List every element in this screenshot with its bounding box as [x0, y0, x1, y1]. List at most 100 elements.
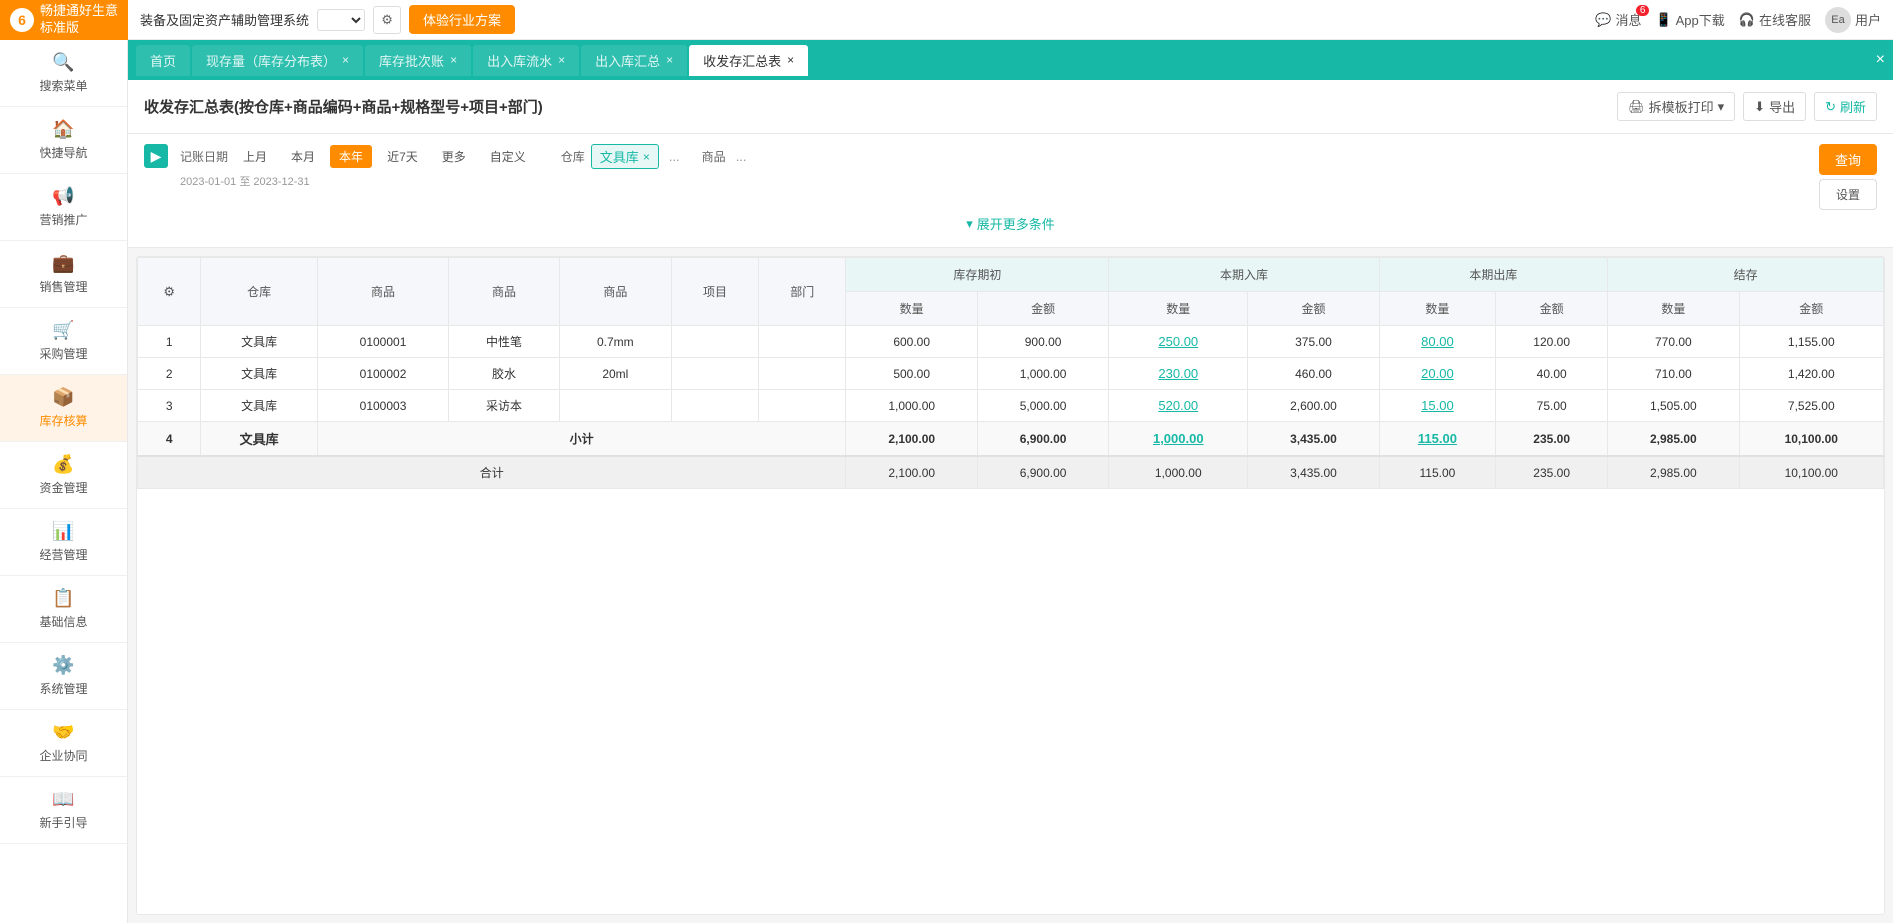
- date-label: 记账日期: [180, 148, 228, 165]
- date-btn-more[interactable]: 更多: [433, 145, 475, 168]
- sidebar-item-quick[interactable]: 🏠 快捷导航: [0, 107, 127, 174]
- top-bar: 6 畅捷通好生意 标准版 装备及固定资产辅助管理系统 ⚙ 体验行业方案 💬 消息…: [0, 0, 1893, 40]
- row-goods-code: 0100002: [317, 358, 448, 390]
- messages-button[interactable]: 💬 消息 6: [1595, 10, 1641, 29]
- row-out-qty[interactable]: 20.00: [1379, 358, 1496, 390]
- row-out-qty[interactable]: 15.00: [1379, 390, 1496, 422]
- tab-inout-flow[interactable]: 出入库流水 ×: [473, 45, 579, 76]
- tab-close-inout-flow[interactable]: ×: [558, 54, 565, 66]
- tab-recv-send[interactable]: 收发存汇总表 ×: [689, 45, 808, 76]
- row-warehouse: 文具库: [201, 390, 317, 422]
- system-selector[interactable]: [317, 9, 365, 31]
- th-open-amt: 金额: [977, 292, 1108, 326]
- row-dept: [759, 390, 846, 422]
- message-icon: 💬: [1595, 12, 1611, 28]
- tab-bar-close-button[interactable]: ×: [1876, 51, 1885, 69]
- row-goods-spec: 20ml: [559, 358, 671, 390]
- subtotal-out-qty[interactable]: 115.00: [1379, 422, 1496, 457]
- row-in-qty[interactable]: 520.00: [1109, 390, 1248, 422]
- online-service-button[interactable]: 🎧 在线客服: [1739, 10, 1811, 29]
- data-table: ⚙ 仓库 商品 商品 商品 项目 部门 库存期初 本期入库 本期出库 结存: [137, 257, 1884, 489]
- app-download-button[interactable]: 📱 App下载: [1655, 10, 1724, 29]
- top-right-area: 💬 消息 6 📱 App下载 🎧 在线客服 Ea 用户: [1595, 7, 1881, 33]
- row-close-amt: 1,155.00: [1739, 326, 1883, 358]
- row-in-amt: 2,600.00: [1248, 390, 1379, 422]
- sidebar-item-marketing[interactable]: 📢 营销推广: [0, 174, 127, 241]
- date-btn-lastmonth[interactable]: 上月: [234, 145, 276, 168]
- tab-close-inout-summary[interactable]: ×: [666, 54, 673, 66]
- expand-more-button[interactable]: ▾ 展开更多条件: [966, 214, 1055, 233]
- sidebar-item-system[interactable]: ⚙️ 系统管理: [0, 643, 127, 710]
- settings-gear-button[interactable]: ⚙: [373, 6, 401, 34]
- subtotal-label: 小计: [317, 422, 846, 457]
- tab-close-batch[interactable]: ×: [450, 54, 457, 66]
- refresh-button[interactable]: ↻ 刷新: [1814, 92, 1877, 121]
- system-name-area: 装备及固定资产辅助管理系统 ⚙ 体验行业方案: [128, 5, 1595, 34]
- tab-batch[interactable]: 库存批次账 ×: [365, 45, 471, 76]
- row-open-amt: 900.00: [977, 326, 1108, 358]
- row-goods-name: 胶水: [449, 358, 560, 390]
- total-in-amt: 3,435.00: [1248, 456, 1379, 489]
- sidebar-item-base[interactable]: 📋 基础信息: [0, 576, 127, 643]
- export-button[interactable]: ⬇ 导出: [1743, 92, 1806, 121]
- date-btn-custom[interactable]: 自定义: [481, 145, 535, 168]
- tab-close-stock-dist[interactable]: ×: [342, 54, 349, 66]
- data-table-wrapper: ⚙ 仓库 商品 商品 商品 项目 部门 库存期初 本期入库 本期出库 结存: [136, 256, 1885, 915]
- row-goods-name: 中性笔: [449, 326, 560, 358]
- th-opening-group: 库存期初: [846, 258, 1109, 292]
- subtotal-open-qty: 2,100.00: [846, 422, 977, 457]
- row-project: [671, 390, 758, 422]
- sidebar-label-sales: 销售管理: [39, 278, 87, 295]
- sidebar-item-operation[interactable]: 📊 经营管理: [0, 509, 127, 576]
- print-button[interactable]: 🖨 拆模板打印 ▾: [1617, 92, 1735, 121]
- row-close-amt: 7,525.00: [1739, 390, 1883, 422]
- total-out-qty: 115.00: [1379, 456, 1496, 489]
- goods-ellipsis[interactable]: ...: [732, 149, 751, 164]
- row-in-amt: 460.00: [1248, 358, 1379, 390]
- row-close-amt: 1,420.00: [1739, 358, 1883, 390]
- tab-home[interactable]: 首页: [136, 45, 190, 76]
- date-range-display: 2023-01-01 至 2023-12-31: [180, 176, 310, 188]
- total-out-amt: 235.00: [1496, 456, 1608, 489]
- logo-text: 畅捷通好生意 标准版: [40, 3, 118, 37]
- th-goods-code: 商品: [317, 258, 448, 326]
- home-icon: 🏠: [52, 119, 74, 140]
- th-closing-group: 结存: [1608, 258, 1884, 292]
- sidebar-label-quick: 快捷导航: [39, 144, 87, 161]
- subtotal-in-amt: 3,435.00: [1248, 422, 1379, 457]
- sidebar-item-search[interactable]: 🔍 搜索菜单: [0, 40, 127, 107]
- tab-close-recv-send[interactable]: ×: [787, 54, 794, 66]
- warehouse-ellipsis[interactable]: ...: [665, 149, 684, 164]
- sidebar-item-inventory[interactable]: 📦 库存核算: [0, 375, 127, 442]
- row-goods-code: 0100001: [317, 326, 448, 358]
- sidebar-item-purchase[interactable]: 🛒 采购管理: [0, 308, 127, 375]
- user-menu-button[interactable]: Ea 用户: [1825, 7, 1881, 33]
- sidebar-item-sales[interactable]: 💼 销售管理: [0, 241, 127, 308]
- settings-button[interactable]: 设置: [1819, 179, 1877, 210]
- column-settings-icon[interactable]: ⚙: [163, 284, 175, 299]
- row-out-amt: 75.00: [1496, 390, 1608, 422]
- row-open-qty: 1,000.00: [846, 390, 977, 422]
- trial-button[interactable]: 体验行业方案: [409, 5, 515, 34]
- row-out-qty[interactable]: 80.00: [1379, 326, 1496, 358]
- th-in-group: 本期入库: [1109, 258, 1379, 292]
- phone-icon: 📱: [1655, 12, 1671, 28]
- sidebar-item-finance[interactable]: 💰 资金管理: [0, 442, 127, 509]
- th-goods-spec: 商品: [559, 258, 671, 326]
- date-btn-7days[interactable]: 近7天: [378, 145, 427, 168]
- row-in-qty[interactable]: 250.00: [1109, 326, 1248, 358]
- date-btn-thisyear[interactable]: 本年: [330, 145, 372, 168]
- sidebar-item-enterprise[interactable]: 🤝 企业协同: [0, 710, 127, 777]
- th-settings[interactable]: ⚙: [138, 258, 201, 326]
- sidebar-label-enterprise: 企业协同: [39, 747, 87, 764]
- warehouse-tag-close[interactable]: ×: [643, 150, 650, 164]
- enterprise-icon: 🤝: [52, 722, 74, 743]
- sidebar-item-guide[interactable]: 📖 新手引导: [0, 777, 127, 844]
- subtotal-in-qty[interactable]: 1,000.00: [1109, 422, 1248, 457]
- row-in-qty[interactable]: 230.00: [1109, 358, 1248, 390]
- tab-stock-dist[interactable]: 现存量（库存分布表） ×: [192, 45, 363, 76]
- tab-inout-summary[interactable]: 出入库汇总 ×: [581, 45, 687, 76]
- query-button[interactable]: 查询: [1819, 144, 1877, 175]
- date-btn-thismonth[interactable]: 本月: [282, 145, 324, 168]
- filter-toggle-button[interactable]: ▶: [144, 144, 168, 168]
